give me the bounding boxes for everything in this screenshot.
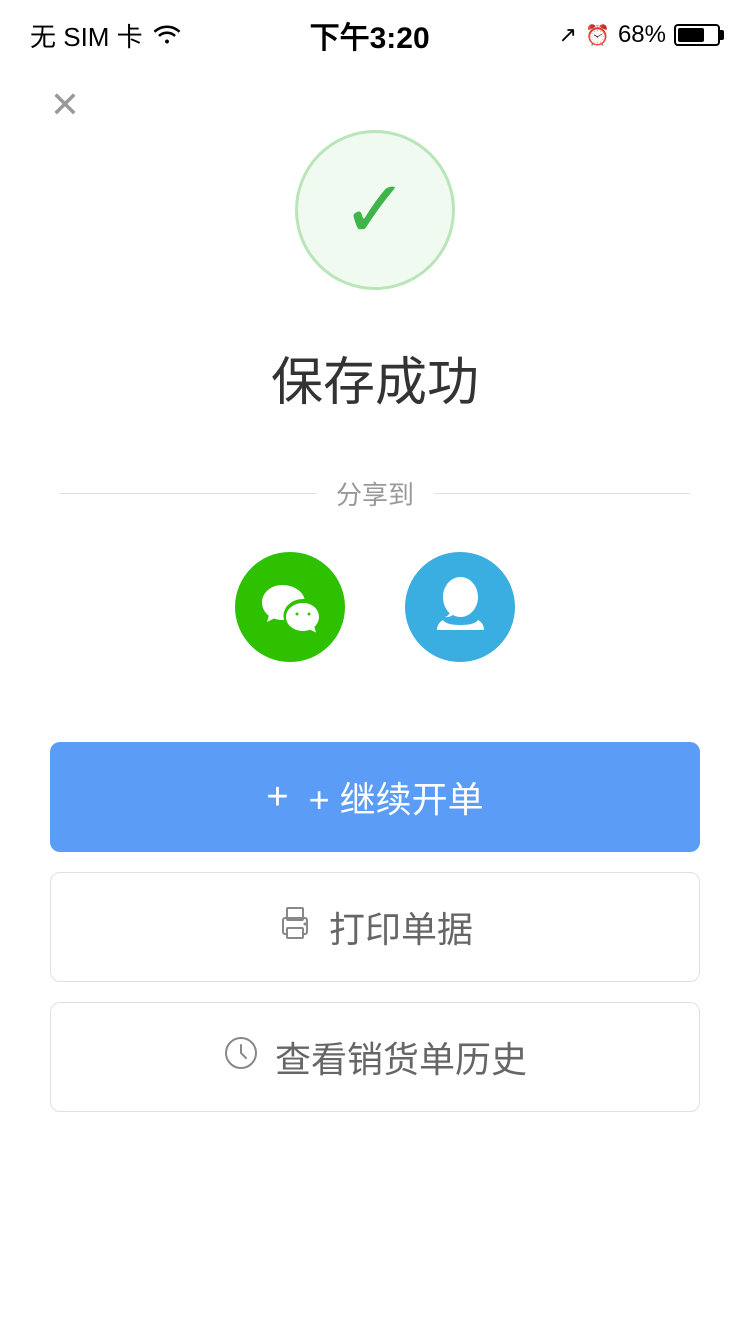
alarm-icon: ⏰ [585,23,610,48]
action-buttons: + + 继续开单 打印单据 查看销货单历 [0,742,750,1112]
status-time: 下午3:20 [310,13,430,57]
status-left: 无 SIM 卡 [30,17,181,54]
history-label: 查看销货单历史 [275,1031,527,1083]
divider-line-left [60,493,316,494]
qq-icon [433,575,488,640]
carrier-text: 无 SIM 卡 [30,17,143,54]
location-icon: ↗ [559,22,577,48]
share-icons-row [235,552,515,662]
divider-line-right [434,493,690,494]
share-divider-row: 分享到 [0,475,750,512]
status-bar: 无 SIM 卡 下午3:20 ↗ ⏰ 68% [0,0,750,70]
share-label: 分享到 [316,475,434,512]
qq-share-button[interactable] [405,552,515,662]
battery-percent: 68% [618,21,666,49]
status-right: ↗ ⏰ 68% [559,21,720,49]
wifi-icon [153,20,181,51]
wechat-icon [260,581,320,633]
print-icon [277,906,313,949]
main-content: ✓ 保存成功 分享到 [0,70,750,1112]
checkmark-icon: ✓ [341,170,408,250]
history-icon [223,1035,259,1080]
continue-label: + 继续开单 [309,771,484,823]
success-icon-circle: ✓ [295,130,455,290]
close-button[interactable]: ✕ [40,80,90,130]
continue-plus-icon: + [266,776,288,819]
battery-indicator [674,24,720,46]
wechat-share-button[interactable] [235,552,345,662]
print-button[interactable]: 打印单据 [50,872,700,982]
close-icon: ✕ [50,87,80,123]
history-button[interactable]: 查看销货单历史 [50,1002,700,1112]
print-label: 打印单据 [329,901,473,953]
continue-button[interactable]: + + 继续开单 [50,742,700,852]
share-section: 分享到 [0,475,750,662]
success-title: 保存成功 [271,340,479,415]
